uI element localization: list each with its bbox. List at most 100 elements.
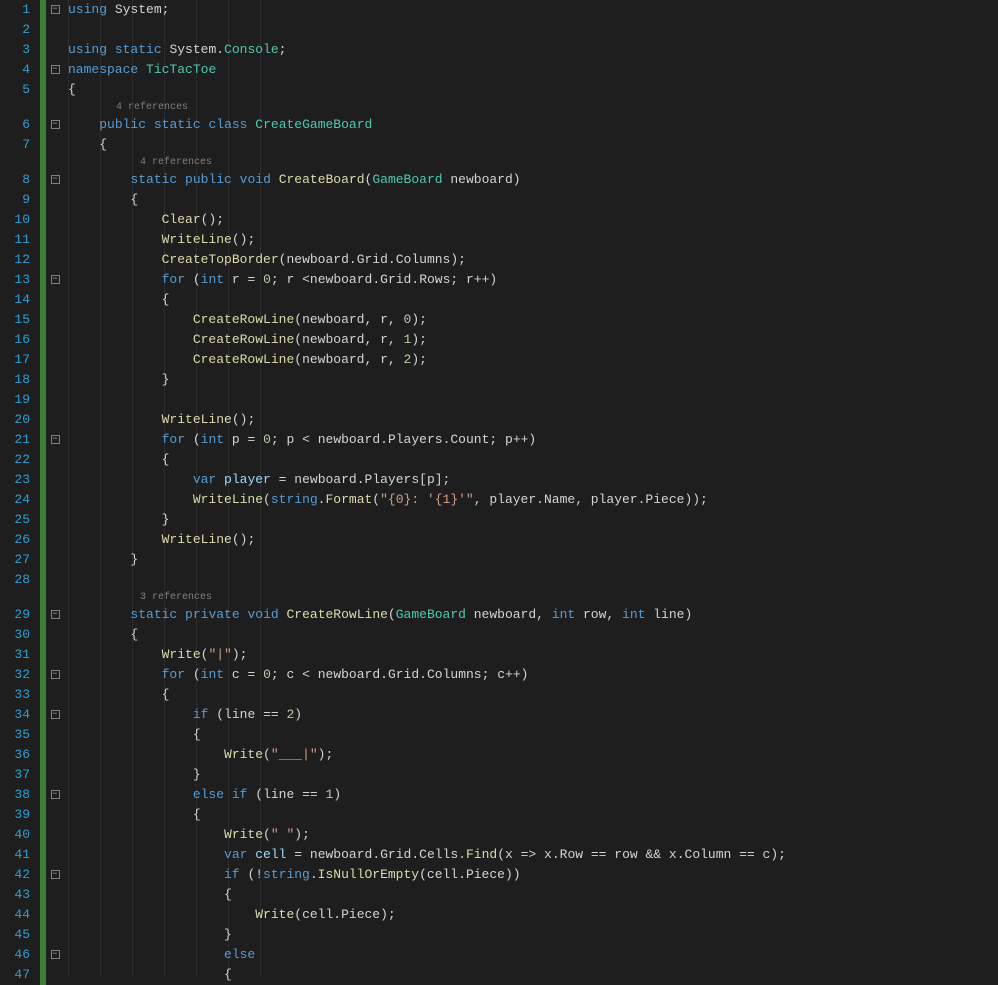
fold-cell: − xyxy=(46,60,64,80)
fold-toggle-icon[interactable]: − xyxy=(51,870,60,879)
token xyxy=(68,747,224,762)
code-line[interactable]: for (int r = 0; r <newboard.Grid.Rows; r… xyxy=(68,270,998,290)
fold-cell xyxy=(46,965,64,985)
code-line[interactable]: if (line == 2) xyxy=(68,705,998,725)
token: => xyxy=(521,847,537,862)
fold-cell xyxy=(46,645,64,665)
code-line[interactable]: Write(" "); xyxy=(68,825,998,845)
token xyxy=(146,117,154,132)
code-line[interactable]: static private void CreateRowLine(GameBo… xyxy=(68,605,998,625)
code-line[interactable]: Write(cell.Piece); xyxy=(68,905,998,925)
codelens-reference[interactable]: 4 references xyxy=(68,155,998,170)
code-line[interactable]: for (int c = 0; c < newboard.Grid.Column… xyxy=(68,665,998,685)
token: System xyxy=(162,42,217,57)
code-line[interactable]: var player = newboard.Players[p]; xyxy=(68,470,998,490)
code-line[interactable]: WriteLine(); xyxy=(68,230,998,250)
token: newboard xyxy=(286,252,348,267)
token xyxy=(68,727,193,742)
token: , xyxy=(536,607,544,622)
token xyxy=(107,42,115,57)
line-number: 34 xyxy=(0,705,30,725)
token xyxy=(279,607,287,622)
fold-toggle-icon[interactable]: − xyxy=(51,5,60,14)
code-editor[interactable]: 1234567891011121314151617181920212223242… xyxy=(0,0,998,975)
token: ); xyxy=(450,252,466,267)
token: r xyxy=(372,332,388,347)
code-line[interactable]: CreateRowLine(newboard, r, 0); xyxy=(68,310,998,330)
code-line[interactable]: Clear(); xyxy=(68,210,998,230)
line-number: 29 xyxy=(0,605,30,625)
fold-toggle-icon[interactable]: − xyxy=(51,275,60,284)
line-number: 8 xyxy=(0,170,30,190)
token: "{0}: '{1}'" xyxy=(380,492,474,507)
fold-toggle-icon[interactable]: − xyxy=(51,670,60,679)
token xyxy=(68,372,162,387)
code-line[interactable]: WriteLine(); xyxy=(68,410,998,430)
code-line[interactable]: { xyxy=(68,290,998,310)
code-line[interactable]: } xyxy=(68,925,998,945)
fold-toggle-icon[interactable]: − xyxy=(51,65,60,74)
fold-toggle-icon[interactable]: − xyxy=(51,610,60,619)
fold-toggle-icon[interactable]: − xyxy=(51,950,60,959)
token xyxy=(68,212,162,227)
code-line[interactable]: { xyxy=(68,965,998,985)
token xyxy=(68,667,162,682)
token: if xyxy=(224,867,240,882)
code-line[interactable]: WriteLine(); xyxy=(68,530,998,550)
code-line[interactable]: } xyxy=(68,510,998,530)
token: < xyxy=(302,272,310,287)
token xyxy=(271,172,279,187)
fold-toggle-icon[interactable]: − xyxy=(51,435,60,444)
code-line[interactable]: WriteLine(string.Format("{0}: '{1}'", pl… xyxy=(68,490,998,510)
line-number: 43 xyxy=(0,885,30,905)
token: Grid xyxy=(388,667,419,682)
line-number: 14 xyxy=(0,290,30,310)
token: Row xyxy=(560,847,591,862)
code-line[interactable]: else xyxy=(68,945,998,965)
code-line[interactable]: { xyxy=(68,725,998,745)
token xyxy=(255,432,263,447)
code-line[interactable]: Write("___|"); xyxy=(68,745,998,765)
token: r xyxy=(224,272,247,287)
code-line[interactable]: { xyxy=(68,450,998,470)
code-line[interactable]: CreateTopBorder(newboard.Grid.Columns); xyxy=(68,250,998,270)
codelens-reference[interactable]: 3 references xyxy=(68,590,998,605)
code-line[interactable]: CreateRowLine(newboard, r, 1); xyxy=(68,330,998,350)
code-line[interactable]: using static System.Console; xyxy=(68,40,998,60)
code-line[interactable]: { xyxy=(68,805,998,825)
codelens-reference[interactable]: 4 references xyxy=(68,100,998,115)
line-number: 36 xyxy=(0,745,30,765)
fold-toggle-icon[interactable]: − xyxy=(51,175,60,184)
fold-toggle-icon[interactable]: − xyxy=(51,710,60,719)
code-area[interactable]: using System; using static System.Console… xyxy=(64,0,998,975)
token: ; xyxy=(271,272,279,287)
code-line[interactable]: } xyxy=(68,550,998,570)
line-number: 42 xyxy=(0,865,30,885)
code-line[interactable] xyxy=(68,570,998,590)
code-line[interactable]: } xyxy=(68,765,998,785)
code-line[interactable]: CreateRowLine(newboard, r, 2); xyxy=(68,350,998,370)
fold-toggle-icon[interactable]: − xyxy=(51,120,60,129)
code-line[interactable]: public static class CreateGameBoard xyxy=(68,115,998,135)
token: newboard xyxy=(310,272,372,287)
code-line[interactable]: static public void CreateBoard(GameBoard… xyxy=(68,170,998,190)
code-line[interactable]: { xyxy=(68,190,998,210)
code-line[interactable]: { xyxy=(68,80,998,100)
code-line[interactable]: using System; xyxy=(68,0,998,20)
fold-toggle-icon[interactable]: − xyxy=(51,790,60,799)
code-line[interactable]: { xyxy=(68,135,998,155)
code-line[interactable]: } xyxy=(68,370,998,390)
line-number: 40 xyxy=(0,825,30,845)
code-line[interactable]: Write("|"); xyxy=(68,645,998,665)
code-line[interactable]: if (!string.IsNullOrEmpty(cell.Piece)) xyxy=(68,865,998,885)
code-line[interactable] xyxy=(68,390,998,410)
code-line[interactable]: { xyxy=(68,685,998,705)
code-line[interactable] xyxy=(68,20,998,40)
code-line[interactable]: for (int p = 0; p < newboard.Players.Cou… xyxy=(68,430,998,450)
code-line[interactable]: else if (line == 1) xyxy=(68,785,998,805)
code-line[interactable]: namespace TicTacToe xyxy=(68,60,998,80)
code-line[interactable]: { xyxy=(68,885,998,905)
code-line[interactable]: var cell = newboard.Grid.Cells.Find(x =>… xyxy=(68,845,998,865)
code-line[interactable]: { xyxy=(68,625,998,645)
fold-cell xyxy=(46,590,64,605)
